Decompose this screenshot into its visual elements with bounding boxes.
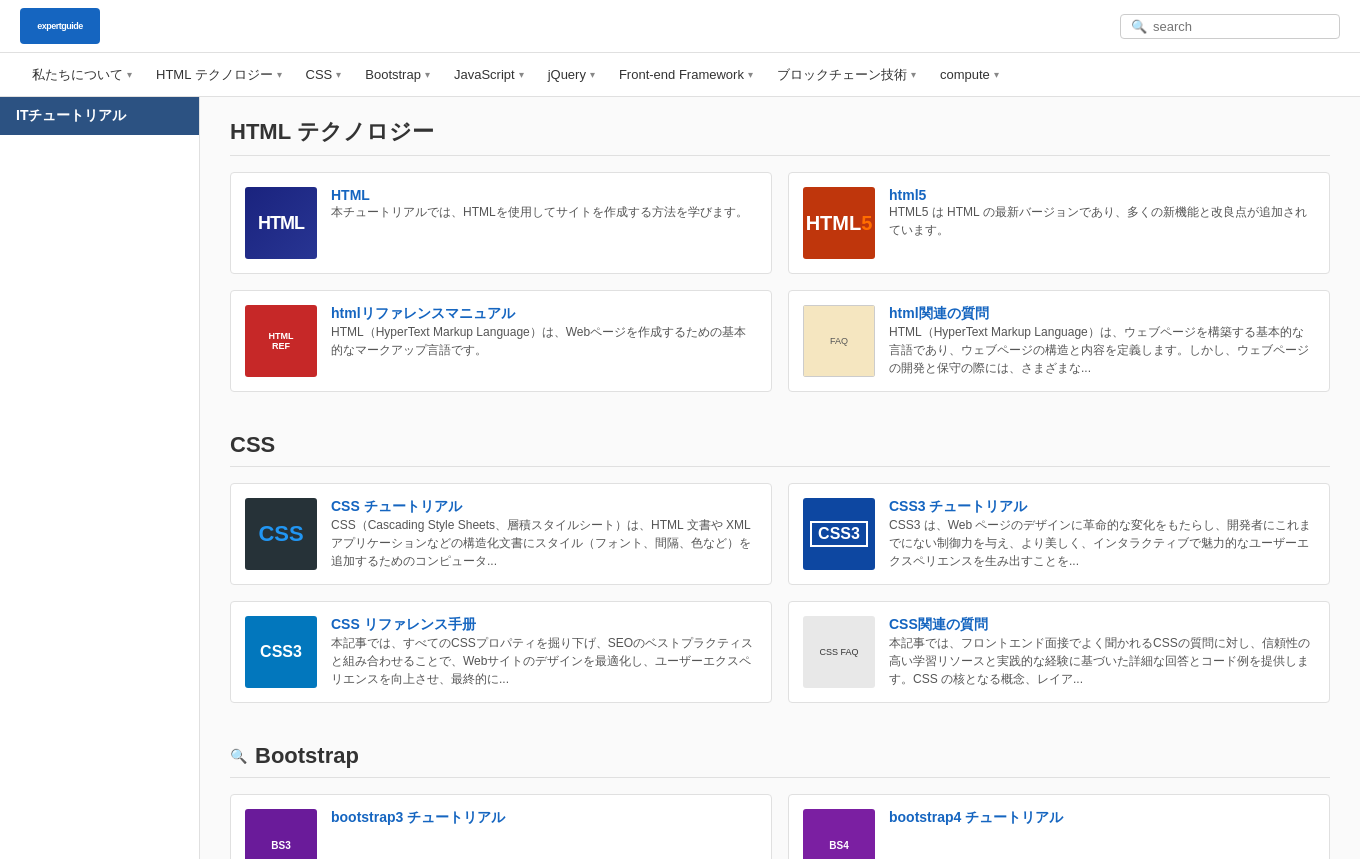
chevron-down-icon: ▾ — [425, 69, 430, 80]
nav-label: CSS — [306, 67, 333, 82]
css-ref-thumbnail: CSS3 — [245, 616, 317, 688]
card-title[interactable]: bootstrap4 チュートリアル — [889, 809, 1063, 825]
card-title[interactable]: html関連の質問 — [889, 305, 989, 321]
html5-thumbnail: HTML5 — [803, 187, 875, 259]
card-css-tutorial[interactable]: CSS CSS チュートリアル CSS（Cascading Style Sheets… — [230, 483, 772, 585]
chevron-down-icon: ▾ — [911, 69, 916, 80]
search-input[interactable] — [1153, 19, 1329, 34]
section-title: 🔍Bootstrap — [230, 743, 1330, 778]
html-faq-thumbnail: FAQ — [803, 305, 875, 377]
logo-text: expertguide — [37, 21, 83, 31]
nav-item-3[interactable]: Bootstrap ▾ — [353, 53, 442, 97]
card-title[interactable]: bootstrap3 チュートリアル — [331, 809, 505, 825]
nav-item-1[interactable]: HTML テクノロジー ▾ — [144, 53, 294, 97]
chevron-down-icon: ▾ — [336, 69, 341, 80]
nav-label: HTML テクノロジー — [156, 66, 273, 84]
card-css3-tutorial[interactable]: CSS3 CSS3 チュートリアル CSS3 は、Web ページのデザインに革命的な… — [788, 483, 1330, 585]
main-layout: ITチュートリアル HTML テクノロジーHTMLHTML本チュートリアルでは、… — [0, 97, 1360, 859]
card-desc: 本記事では、フロントエンド面接でよく聞かれるCSSの質問に対し、信頼性の高い学習… — [889, 634, 1315, 688]
card-content: CSS関連の質問本記事では、フロントエンド面接でよく聞かれるCSSの質問に対し、… — [889, 616, 1315, 688]
search-container: 🔍 — [1120, 14, 1340, 39]
card-content: CSS チュートリアル CSS（Cascading Style Sheets、層積… — [331, 498, 757, 570]
card-bootstrap3[interactable]: BS3 bootstrap3 チュートリアル — [230, 794, 772, 859]
card-title[interactable]: CSS リファレンス手册 — [331, 616, 476, 632]
card-css-ref[interactable]: CSS3CSS リファレンス手册本記事では、すべてのCSSプロパティを掘り下げ、… — [230, 601, 772, 703]
sidebar: ITチュートリアル — [0, 97, 200, 859]
card-title[interactable]: CSS チュートリアル — [331, 498, 462, 514]
nav-label: ブロックチェーン技術 — [777, 66, 907, 84]
card-html5[interactable]: HTML5html5HTML5 は HTML の最新バージョンであり、多くの新機… — [788, 172, 1330, 274]
chevron-down-icon: ▾ — [519, 69, 524, 80]
search-icon: 🔍 — [1131, 19, 1147, 34]
chevron-down-icon: ▾ — [590, 69, 595, 80]
card-html-faq[interactable]: FAQ html関連の質問 HTML（HyperText Markup Langua… — [788, 290, 1330, 392]
nav-item-7[interactable]: ブロックチェーン技術 ▾ — [765, 53, 928, 97]
card-content: CSS3 チュートリアル CSS3 は、Web ページのデザインに革命的な変化をも… — [889, 498, 1315, 570]
card-desc: HTML（HyperText Markup Language）は、ウェブページを… — [889, 323, 1315, 377]
card-html-ref[interactable]: HTMLREF htmlリファレンスマニュアル HTML（HyperText Mar… — [230, 290, 772, 392]
sidebar-title: ITチュートリアル — [0, 97, 199, 135]
nav-label: JavaScript — [454, 67, 515, 82]
nav-label: 私たちについて — [32, 66, 123, 84]
card-title[interactable]: html5 — [889, 187, 926, 203]
header: expertguide 🔍 — [0, 0, 1360, 53]
bootstrap3-thumbnail: BS3 — [245, 809, 317, 859]
css-faq-thumbnail: CSS FAQ — [803, 616, 875, 688]
card-desc: HTML5 は HTML の最新バージョンであり、多くの新機能と改良点が追加され… — [889, 203, 1315, 239]
nav-item-5[interactable]: jQuery ▾ — [536, 53, 607, 97]
card-desc: 本記事では、すべてのCSSプロパティを掘り下げ、SEOのベストプラクティスと組み… — [331, 634, 757, 688]
card-content: html関連の質問 HTML（HyperText Markup Language）… — [889, 305, 1315, 377]
card-content: CSS リファレンス手册本記事では、すべてのCSSプロパティを掘り下げ、SEOの… — [331, 616, 757, 688]
card-css-faq[interactable]: CSS FAQCSS関連の質問本記事では、フロントエンド面接でよく聞かれるCSS… — [788, 601, 1330, 703]
section-title: HTML テクノロジー — [230, 117, 1330, 156]
html-thumbnail: HTML — [245, 187, 317, 259]
chevron-down-icon: ▾ — [748, 69, 753, 80]
section-title: CSS — [230, 432, 1330, 467]
card-title[interactable]: CSS関連の質問 — [889, 616, 988, 632]
nav-label: jQuery — [548, 67, 586, 82]
html-ref-thumbnail: HTMLREF — [245, 305, 317, 377]
card-desc: CSS（Cascading Style Sheets、層積スタイルシート）は、H… — [331, 516, 757, 570]
nav-label: Bootstrap — [365, 67, 421, 82]
section-search-icon: 🔍 — [230, 748, 247, 764]
nav-item-2[interactable]: CSS▾ — [294, 53, 354, 97]
nav-item-0[interactable]: 私たちについて ▾ — [20, 53, 144, 97]
chevron-down-icon: ▾ — [994, 69, 999, 80]
card-desc: 本チュートリアルでは、HTMLを使用してサイトを作成する方法を学びます。 — [331, 203, 757, 221]
nav-item-6[interactable]: Front-end Framework ▾ — [607, 53, 765, 97]
card-desc: CSS3 は、Web ページのデザインに革命的な変化をもたらし、開発者にこれまで… — [889, 516, 1315, 570]
card-desc: HTML（HyperText Markup Language）は、Webページを… — [331, 323, 757, 359]
css3-thumbnail: CSS3 — [803, 498, 875, 570]
card-content: HTML本チュートリアルでは、HTMLを使用してサイトを作成する方法を学びます。 — [331, 187, 757, 259]
html-section: HTML テクノロジーHTMLHTML本チュートリアルでは、HTMLを使用してサ… — [230, 117, 1330, 392]
card-title[interactable]: htmlリファレンスマニュアル — [331, 305, 515, 321]
nav-item-4[interactable]: JavaScript ▾ — [442, 53, 536, 97]
card-html[interactable]: HTMLHTML本チュートリアルでは、HTMLを使用してサイトを作成する方法を学… — [230, 172, 772, 274]
card-title[interactable]: HTML — [331, 187, 370, 203]
nav-label: Front-end Framework — [619, 67, 744, 82]
bootstrap4-thumbnail: BS4 — [803, 809, 875, 859]
css-section: CSS CSS CSS チュートリアル CSS（Cascading Style She… — [230, 432, 1330, 703]
card-content: html5HTML5 は HTML の最新バージョンであり、多くの新機能と改良点… — [889, 187, 1315, 259]
bootstrap-section: 🔍Bootstrap BS3 bootstrap3 チュートリアル BS4 bootst… — [230, 743, 1330, 859]
chevron-down-icon: ▾ — [127, 69, 132, 80]
logo[interactable]: expertguide — [20, 8, 100, 44]
card-content: bootstrap3 チュートリアル — [331, 809, 757, 859]
navbar: 私たちについて▾HTML テクノロジー▾CSS▾Bootstrap▾JavaSc… — [0, 53, 1360, 97]
card-bootstrap4[interactable]: BS4 bootstrap4 チュートリアル — [788, 794, 1330, 859]
chevron-down-icon: ▾ — [277, 69, 282, 80]
card-content: htmlリファレンスマニュアル HTML（HyperText Markup Lan… — [331, 305, 757, 377]
card-title[interactable]: CSS3 チュートリアル — [889, 498, 1027, 514]
content: HTML テクノロジーHTMLHTML本チュートリアルでは、HTMLを使用してサ… — [200, 97, 1360, 859]
cards-grid: BS3 bootstrap3 チュートリアル BS4 bootstrap4 チュートリ… — [230, 794, 1330, 859]
cards-grid: CSS CSS チュートリアル CSS（Cascading Style Sheets… — [230, 483, 1330, 703]
css-thumbnail: CSS — [245, 498, 317, 570]
cards-grid: HTMLHTML本チュートリアルでは、HTMLを使用してサイトを作成する方法を学… — [230, 172, 1330, 392]
card-content: bootstrap4 チュートリアル — [889, 809, 1315, 859]
nav-item-8[interactable]: compute ▾ — [928, 53, 1011, 97]
nav-label: compute — [940, 67, 990, 82]
